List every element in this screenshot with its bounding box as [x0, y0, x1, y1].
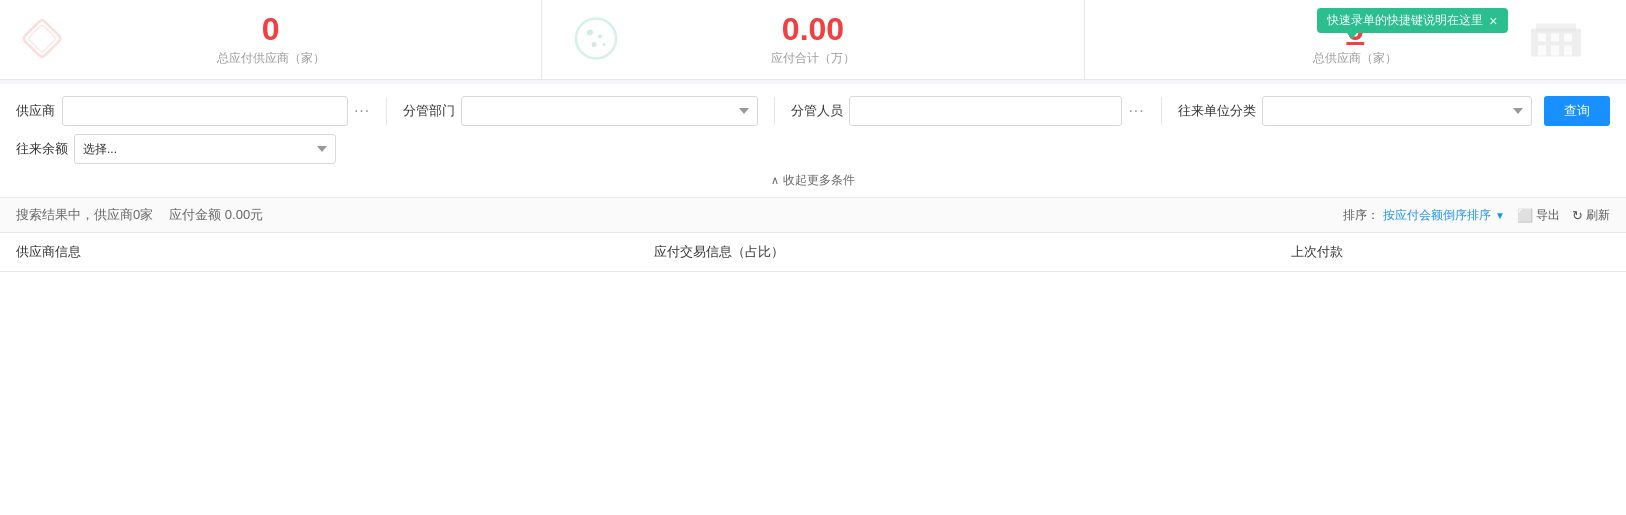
divider-2: [774, 97, 775, 125]
balance-label: 往来余额: [16, 140, 68, 158]
refresh-icon: ↻: [1572, 208, 1583, 223]
unit-category-label: 往来单位分类: [1178, 102, 1256, 120]
sort-select[interactable]: 按应付会额倒序排序: [1383, 208, 1491, 222]
svg-rect-9: [1538, 33, 1546, 41]
col-header-transaction: 应付交易信息（占比）: [654, 243, 1292, 261]
result-amount-text: 应付金额 0.00元: [169, 206, 263, 224]
result-summary: 搜索结果中，供应商0家 应付金额 0.00元: [16, 206, 263, 224]
collapse-button[interactable]: ∧ 收起更多条件: [771, 172, 855, 189]
refresh-button[interactable]: ↻ 刷新: [1572, 207, 1610, 224]
unit-category-select[interactable]: [1262, 96, 1532, 126]
svg-point-5: [592, 42, 597, 47]
supplier-input[interactable]: [62, 96, 348, 126]
sort-chevron-icon: ▼: [1495, 210, 1505, 221]
collapse-label: 收起更多条件: [783, 172, 855, 189]
tooltip-close-btn[interactable]: ×: [1489, 14, 1497, 28]
svg-point-2: [576, 18, 616, 58]
col-header-payment: 上次付款: [1291, 243, 1610, 261]
filter-group-unit-category: 往来单位分类: [1178, 96, 1532, 126]
cookie-icon: [572, 14, 620, 65]
refresh-label: 刷新: [1586, 207, 1610, 224]
col-header-info: 供应商信息: [16, 243, 654, 261]
filter-group-supplier: 供应商 ···: [16, 96, 370, 126]
search-button[interactable]: 查询: [1544, 96, 1610, 126]
stat-total-suppliers: 快速录单的快捷键说明在这里 × 0 总供应商（家）: [1085, 0, 1626, 79]
svg-point-6: [603, 43, 606, 46]
divider-1: [386, 97, 387, 125]
department-select[interactable]: [461, 96, 757, 126]
shortcut-tooltip: 快速录单的快捷键说明在这里 ×: [1317, 8, 1507, 33]
filter-row-2: 往来余额 选择...: [16, 134, 336, 164]
result-bar: 搜索结果中，供应商0家 应付金额 0.00元 排序： 按应付会额倒序排序 ▼ ⬜…: [0, 198, 1626, 233]
filter-group-person: 分管人员 ···: [791, 96, 1145, 126]
collapse-bar: ∧ 收起更多条件: [16, 172, 1610, 189]
supplier-more-btn[interactable]: ···: [354, 102, 370, 120]
balance-select[interactable]: 选择...: [74, 134, 336, 164]
total-suppliers-label: 总供应商（家）: [1313, 50, 1397, 67]
building-bg-icon: [1526, 18, 1586, 61]
export-button[interactable]: ⬜ 导出: [1517, 207, 1560, 224]
collapse-chevron-icon: ∧: [771, 174, 779, 187]
filter-area: 供应商 ··· 分管部门 分管人员 ··· 往来单位分类 查询: [0, 84, 1626, 198]
svg-rect-8: [1536, 23, 1576, 31]
svg-rect-11: [1564, 33, 1572, 41]
diamond-icon: [20, 16, 64, 63]
svg-rect-10: [1551, 33, 1559, 41]
svg-rect-14: [1564, 45, 1572, 55]
table-body: [0, 272, 1626, 515]
filter-row-1: 供应商 ··· 分管部门 分管人员 ··· 往来单位分类 查询: [16, 96, 1610, 126]
payable-total-number: 0.00: [782, 12, 844, 47]
table-header: 供应商信息 应付交易信息（占比） 上次付款: [0, 233, 1626, 272]
svg-rect-12: [1538, 45, 1546, 55]
result-bar-actions: 排序： 按应付会额倒序排序 ▼ ⬜ 导出 ↻ 刷新: [1343, 207, 1610, 224]
svg-rect-13: [1551, 45, 1559, 55]
sort-label: 排序：: [1343, 207, 1379, 224]
sort-wrapper: 排序： 按应付会额倒序排序 ▼: [1343, 207, 1505, 224]
person-input[interactable]: [849, 96, 1123, 126]
supplier-filter-label: 供应商: [16, 102, 56, 120]
filter-group-department: 分管部门: [403, 96, 757, 126]
svg-point-3: [587, 29, 593, 35]
person-more-btn[interactable]: ···: [1128, 102, 1144, 120]
divider-3: [1161, 97, 1162, 125]
department-filter-label: 分管部门: [403, 102, 455, 120]
stat-payable-total: 0.00 应付合计（万）: [542, 0, 1084, 79]
filter-group-balance: 往来余额 选择...: [16, 134, 336, 164]
export-label: 导出: [1536, 207, 1560, 224]
person-filter-label: 分管人员: [791, 102, 843, 120]
svg-point-4: [598, 34, 602, 38]
stats-bar: 0 总应付供应商（家） 0.00 应付合计（万） 快速录单的快捷键说明在这里 ×: [0, 0, 1626, 80]
export-icon: ⬜: [1517, 208, 1533, 223]
payable-total-label: 应付合计（万）: [771, 50, 855, 67]
result-suppliers-text: 搜索结果中，供应商0家: [16, 206, 153, 224]
payable-suppliers-number: 0: [262, 12, 280, 47]
payable-suppliers-label: 总应付供应商（家）: [217, 50, 325, 67]
tooltip-text: 快速录单的快捷键说明在这里: [1327, 12, 1483, 29]
stat-payable-suppliers: 0 总应付供应商（家）: [0, 0, 542, 79]
